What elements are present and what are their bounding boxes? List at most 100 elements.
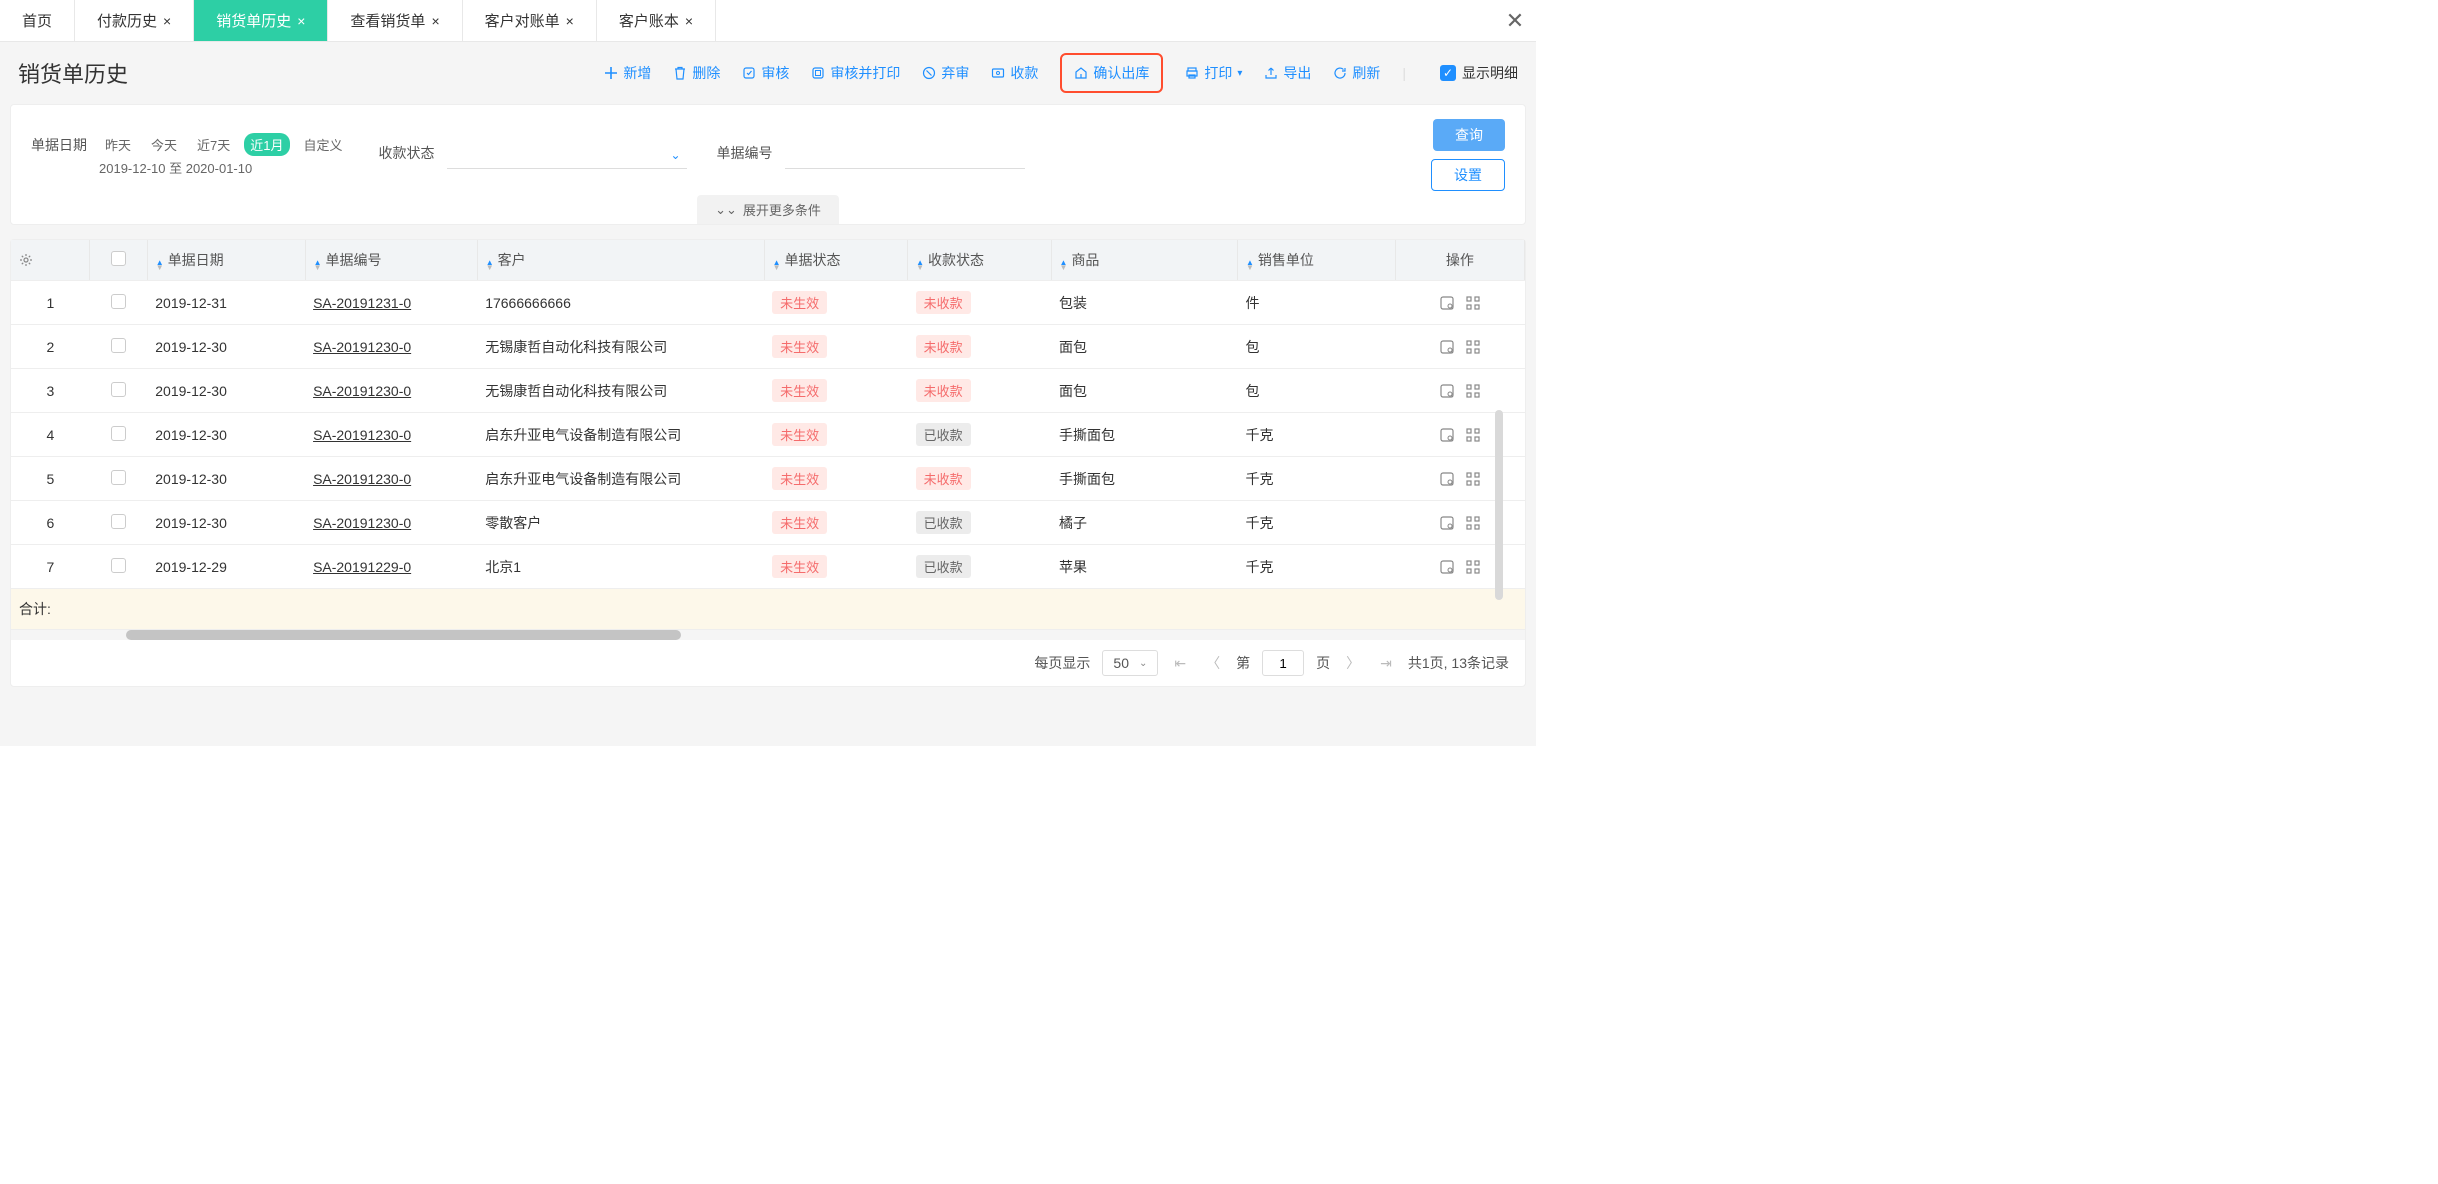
docno-link[interactable]: SA-20191230-0: [313, 427, 411, 443]
date-quick-yesterday[interactable]: 昨天: [99, 133, 137, 156]
col-product[interactable]: ▲▼商品: [1051, 240, 1237, 281]
close-icon[interactable]: ×: [431, 13, 439, 29]
close-icon[interactable]: ×: [566, 13, 574, 29]
date-quick-7d[interactable]: 近7天: [191, 133, 236, 156]
col-date[interactable]: ▲▼单据日期: [147, 240, 305, 281]
docno-link[interactable]: SA-20191230-0: [313, 383, 411, 399]
more-icon[interactable]: [1465, 515, 1481, 531]
checkbox-icon[interactable]: [111, 338, 126, 353]
docno-link[interactable]: SA-20191229-0: [313, 559, 411, 575]
audit-button[interactable]: 审核: [742, 63, 789, 83]
more-conditions-toggle[interactable]: ⌄⌄展开更多条件: [697, 195, 839, 224]
show-detail-toggle[interactable]: ✓显示明细: [1440, 63, 1518, 83]
checkbox-icon[interactable]: [111, 426, 126, 441]
cell-docno[interactable]: SA-20191230-0: [305, 413, 477, 457]
more-icon[interactable]: [1465, 559, 1481, 575]
tab-home[interactable]: 首页: [0, 0, 75, 41]
vertical-scrollbar[interactable]: [1495, 410, 1503, 600]
checkbox-icon[interactable]: [111, 558, 126, 573]
view-icon[interactable]: [1439, 427, 1455, 443]
checkbox-icon[interactable]: [111, 294, 126, 309]
row-check[interactable]: [90, 545, 147, 589]
more-icon[interactable]: [1465, 295, 1481, 311]
print-button[interactable]: 打印▾: [1185, 63, 1242, 83]
row-check[interactable]: [90, 501, 147, 545]
docno-link[interactable]: SA-20191230-0: [313, 471, 411, 487]
more-icon[interactable]: [1465, 383, 1481, 399]
row-check[interactable]: [90, 457, 147, 501]
horizontal-scrollbar[interactable]: [11, 630, 1525, 640]
docno-link[interactable]: SA-20191230-0: [313, 515, 411, 531]
checkbox-icon[interactable]: [111, 382, 126, 397]
docno-input[interactable]: [785, 141, 1025, 169]
next-page-button[interactable]: 〉: [1342, 653, 1364, 673]
refresh-button[interactable]: 刷新: [1333, 63, 1380, 83]
first-page-button[interactable]: ⇤: [1170, 655, 1190, 672]
view-icon[interactable]: [1439, 339, 1455, 355]
view-icon[interactable]: [1439, 471, 1455, 487]
date-quick-custom[interactable]: 自定义: [298, 133, 349, 156]
col-no[interactable]: ▲▼单据编号: [305, 240, 477, 281]
settings-button[interactable]: 设置: [1431, 159, 1505, 191]
export-button[interactable]: 导出: [1264, 63, 1311, 83]
docno-link[interactable]: SA-20191231-0: [313, 295, 411, 311]
cell-docno[interactable]: SA-20191230-0: [305, 457, 477, 501]
close-icon[interactable]: ×: [685, 13, 693, 29]
prev-page-button[interactable]: 〈: [1202, 653, 1224, 673]
more-icon[interactable]: [1465, 427, 1481, 443]
date-quick-1m[interactable]: 近1月: [244, 133, 289, 156]
cell-docno[interactable]: SA-20191229-0: [305, 545, 477, 589]
row-index: 6: [11, 501, 90, 545]
unaudit-button[interactable]: 弃审: [922, 63, 969, 83]
more-icon[interactable]: [1465, 339, 1481, 355]
cell-docno[interactable]: SA-20191230-0: [305, 501, 477, 545]
cell-docno[interactable]: SA-20191230-0: [305, 325, 477, 369]
cell-date: 2019-12-30: [147, 457, 305, 501]
row-check[interactable]: [90, 369, 147, 413]
col-status[interactable]: ▲▼单据状态: [764, 240, 907, 281]
scrollbar-thumb[interactable]: [126, 630, 681, 640]
last-page-button[interactable]: ⇥: [1376, 655, 1396, 672]
col-unit[interactable]: ▲▼销售单位: [1238, 240, 1396, 281]
checkbox-icon[interactable]: [111, 470, 126, 485]
docno-link[interactable]: SA-20191230-0: [313, 339, 411, 355]
more-icon[interactable]: [1465, 471, 1481, 487]
status-badge: 未生效: [772, 423, 827, 446]
row-check[interactable]: [90, 281, 147, 325]
cell-docno[interactable]: SA-20191231-0: [305, 281, 477, 325]
date-quick-today[interactable]: 今天: [145, 133, 183, 156]
col-customer[interactable]: ▲▼客户: [477, 240, 764, 281]
paystatus-select[interactable]: ⌄: [447, 141, 687, 169]
tab-customer-ledger[interactable]: 客户账本×: [597, 0, 716, 41]
row-check[interactable]: [90, 413, 147, 457]
collect-button[interactable]: 收款: [991, 63, 1038, 83]
tab-view-sales[interactable]: 查看销货单×: [328, 0, 462, 41]
view-icon[interactable]: [1439, 383, 1455, 399]
col-check-all[interactable]: [90, 240, 147, 281]
checkbox-icon[interactable]: [111, 514, 126, 529]
tab-payment-history[interactable]: 付款历史×: [75, 0, 194, 41]
view-icon[interactable]: [1439, 559, 1455, 575]
close-icon[interactable]: ×: [297, 13, 305, 29]
tab-customer-statement[interactable]: 客户对账单×: [463, 0, 597, 41]
close-icon[interactable]: ×: [163, 13, 171, 29]
checkbox-icon[interactable]: [111, 251, 126, 266]
tab-sales-history[interactable]: 销货单历史×: [194, 0, 328, 41]
confirm-out-button[interactable]: 确认出库: [1060, 53, 1163, 93]
view-icon[interactable]: [1439, 515, 1455, 531]
query-button[interactable]: 查询: [1433, 119, 1505, 151]
page-input[interactable]: [1262, 650, 1304, 676]
add-button[interactable]: 新增: [604, 63, 651, 83]
cell-status: 未生效: [764, 545, 907, 589]
view-icon[interactable]: [1439, 295, 1455, 311]
col-settings[interactable]: [11, 240, 90, 281]
row-check[interactable]: [90, 325, 147, 369]
audit-print-button[interactable]: 审核并打印: [811, 63, 900, 83]
cell-op: [1395, 545, 1524, 589]
per-page-label: 每页显示: [1034, 653, 1090, 673]
per-page-select[interactable]: 50⌄: [1102, 650, 1158, 676]
delete-button[interactable]: 删除: [673, 63, 720, 83]
close-all-icon[interactable]: ✕: [1494, 0, 1536, 42]
col-paystatus[interactable]: ▲▼收款状态: [908, 240, 1051, 281]
cell-docno[interactable]: SA-20191230-0: [305, 369, 477, 413]
